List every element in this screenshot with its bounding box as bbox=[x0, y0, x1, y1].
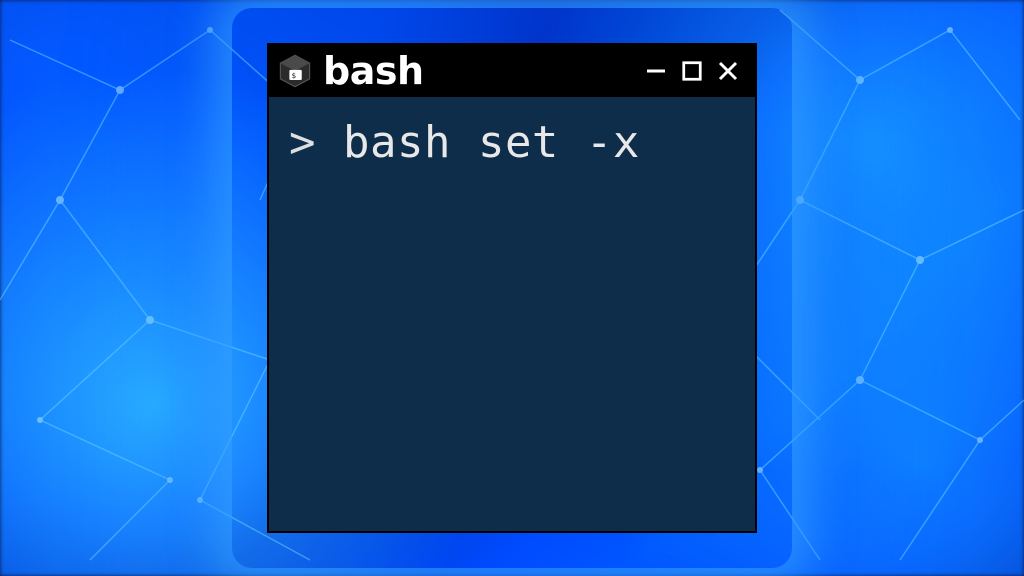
terminal-body[interactable]: > bash set -x bbox=[269, 97, 755, 531]
svg-text:$: $ bbox=[292, 71, 296, 80]
window-title: bash bbox=[323, 52, 424, 90]
title-bar[interactable]: $ bash bbox=[269, 45, 755, 97]
close-icon bbox=[716, 59, 740, 83]
bash-app-icon: $ bbox=[277, 53, 313, 89]
command-text: bash set -x bbox=[343, 117, 640, 168]
minimize-icon bbox=[644, 59, 668, 83]
maximize-button[interactable] bbox=[679, 58, 705, 84]
maximize-icon bbox=[681, 60, 703, 82]
prompt-line: > bash set -x bbox=[289, 115, 735, 170]
window-controls bbox=[643, 58, 743, 84]
terminal-window: $ bash > bash set bbox=[267, 43, 757, 533]
minimize-button[interactable] bbox=[643, 58, 669, 84]
prompt-symbol: > bbox=[289, 117, 316, 168]
title-left: $ bash bbox=[277, 52, 635, 90]
close-button[interactable] bbox=[715, 58, 741, 84]
